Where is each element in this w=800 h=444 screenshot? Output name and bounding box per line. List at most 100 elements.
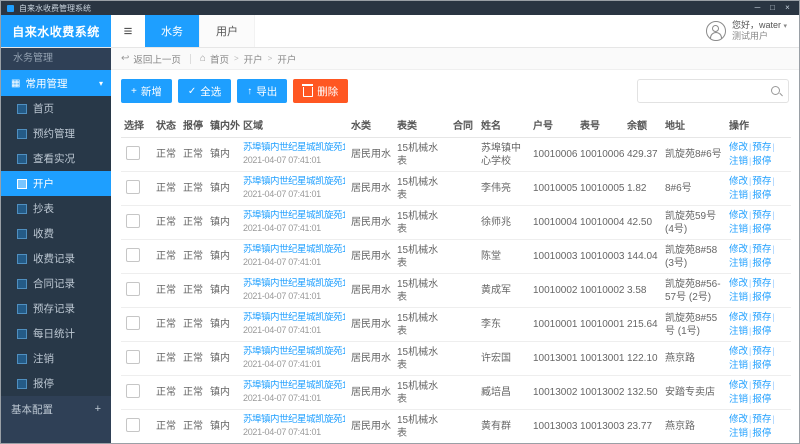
sidebar-item-home[interactable]: 首页 xyxy=(1,96,111,121)
region-link[interactable]: 苏埠镇内世纪星城凯旋苑1 xyxy=(243,312,345,324)
cell-name: 苏埠镇中心学校 xyxy=(478,138,530,172)
hamburger-icon[interactable]: ≡ xyxy=(111,15,145,47)
row-action-writeoff[interactable]: 注销 xyxy=(729,258,748,269)
sidebar-item-contract-records[interactable]: 合同记录 xyxy=(1,271,111,296)
search-input[interactable] xyxy=(637,79,789,103)
row-action-suspend[interactable]: 报停 xyxy=(752,156,771,167)
cell-meter-type: 15机械水表 xyxy=(394,376,450,410)
region-link[interactable]: 苏埠镇内世纪星城凯旋苑1 xyxy=(243,380,345,392)
cell-status: 正常 xyxy=(153,206,180,240)
row-action-modify[interactable]: 修改 xyxy=(729,346,748,357)
breadcrumb-item-1[interactable]: 开户 xyxy=(244,52,263,66)
sidebar-item-deposit-records[interactable]: 预存记录 xyxy=(1,296,111,321)
sidebar-group-common-management[interactable]: ▦ 常用管理 ▾ xyxy=(1,70,111,96)
select-all-button[interactable]: ✓ 全选 xyxy=(178,79,231,103)
row-action-suspend[interactable]: 报停 xyxy=(752,224,771,235)
row-action-writeoff[interactable]: 注销 xyxy=(729,292,748,303)
row-action-writeoff[interactable]: 注销 xyxy=(729,190,748,201)
row-action-modify[interactable]: 修改 xyxy=(729,312,748,323)
back-link[interactable]: 返回上一页 xyxy=(133,52,181,66)
sidebar-item-suspend[interactable]: 报停 xyxy=(1,371,111,396)
add-button[interactable]: + 新增 xyxy=(121,79,172,103)
tab-water[interactable]: 水务 xyxy=(145,15,200,47)
row-checkbox[interactable] xyxy=(126,384,140,398)
row-action-deposit[interactable]: 预存 xyxy=(752,346,771,357)
row-action-deposit[interactable]: 预存 xyxy=(752,244,771,255)
row-action-writeoff[interactable]: 注销 xyxy=(729,394,748,405)
row-action-deposit[interactable]: 预存 xyxy=(752,278,771,289)
row-action-modify[interactable]: 修改 xyxy=(729,380,748,391)
user-menu[interactable]: 您好，water ▾ 测试用户 xyxy=(706,15,799,47)
search-icon[interactable] xyxy=(771,86,780,95)
row-action-suspend[interactable]: 报停 xyxy=(752,394,771,405)
cell-water-type: 居民用水 xyxy=(348,138,394,172)
row-action-writeoff[interactable]: 注销 xyxy=(729,360,748,371)
row-action-modify[interactable]: 修改 xyxy=(729,244,748,255)
row-checkbox[interactable] xyxy=(126,350,140,364)
sidebar-item-daily-stats[interactable]: 每日统计 xyxy=(1,321,111,346)
sidebar-item-writeoff[interactable]: 注销 xyxy=(1,346,111,371)
row-checkbox[interactable] xyxy=(126,214,140,228)
row-action-writeoff[interactable]: 注销 xyxy=(729,326,748,337)
row-action-deposit[interactable]: 预存 xyxy=(752,380,771,391)
row-action-modify[interactable]: 修改 xyxy=(729,176,748,187)
cell-meter-type: 15机械水表 xyxy=(394,410,450,444)
row-action-suspend[interactable]: 报停 xyxy=(752,428,771,439)
cell-actions: 修改|预存|注销|报停 xyxy=(726,206,791,240)
row-action-suspend[interactable]: 报停 xyxy=(752,292,771,303)
cell-meter-type: 15机械水表 xyxy=(394,308,450,342)
row-action-deposit[interactable]: 预存 xyxy=(752,414,771,425)
row-checkbox[interactable] xyxy=(126,248,140,262)
region-link[interactable]: 苏埠镇内世纪星城凯旋苑1 xyxy=(243,278,345,290)
row-action-deposit[interactable]: 预存 xyxy=(752,312,771,323)
row-checkbox[interactable] xyxy=(126,282,140,296)
sidebar-item-meter-reading[interactable]: 抄表 xyxy=(1,196,111,221)
export-button[interactable]: ↑ 导出 xyxy=(237,79,287,103)
cell-address: 凯旋苑8#56-57号 (2号) xyxy=(662,274,726,308)
region-link[interactable]: 苏埠镇内世纪星城凯旋苑1 xyxy=(243,414,345,426)
row-action-deposit[interactable]: 预存 xyxy=(752,176,771,187)
row-action-modify[interactable]: 修改 xyxy=(729,414,748,425)
row-action-suspend[interactable]: 报停 xyxy=(752,326,771,337)
row-checkbox[interactable] xyxy=(126,146,140,160)
row-checkbox[interactable] xyxy=(126,418,140,432)
row-action-suspend[interactable]: 报停 xyxy=(752,360,771,371)
row-action-suspend[interactable]: 报停 xyxy=(752,258,771,269)
maximize-icon[interactable]: □ xyxy=(765,1,780,15)
region-link[interactable]: 苏埠镇内世纪星城凯旋苑1 xyxy=(243,346,345,358)
row-action-modify[interactable]: 修改 xyxy=(729,142,748,153)
breadcrumb-item-2[interactable]: 开户 xyxy=(277,52,296,66)
cell-select xyxy=(121,206,153,240)
cell-account-no: 10010001 xyxy=(530,308,577,342)
region-link[interactable]: 苏埠镇内世纪星城凯旋苑1 xyxy=(243,210,345,222)
row-checkbox[interactable] xyxy=(126,316,140,330)
delete-button[interactable]: 删除 xyxy=(293,79,348,103)
sidebar-item-live-view[interactable]: 查看实况 xyxy=(1,146,111,171)
row-action-modify[interactable]: 修改 xyxy=(729,278,748,289)
row-action-deposit[interactable]: 预存 xyxy=(752,142,771,153)
row-action-writeoff[interactable]: 注销 xyxy=(729,224,748,235)
region-link[interactable]: 苏埠镇内世纪星城凯旋苑1 xyxy=(243,142,345,154)
sidebar-item-fees[interactable]: 收费 xyxy=(1,221,111,246)
cell-suspend-status: 正常 xyxy=(180,308,207,342)
sidebar-item-open-account[interactable]: 开户 xyxy=(1,171,111,196)
sidebar-group-basic-config[interactable]: 基本配置 + xyxy=(1,396,111,422)
breadcrumb-item-0[interactable]: 首页 xyxy=(210,52,229,66)
row-action-writeoff[interactable]: 注销 xyxy=(729,156,748,167)
tab-user[interactable]: 用户 xyxy=(200,15,255,47)
cell-account-no: 10010002 xyxy=(530,274,577,308)
cell-name: 臧培昌 xyxy=(478,376,530,410)
minimize-icon[interactable]: ─ xyxy=(750,1,765,15)
row-action-modify[interactable]: 修改 xyxy=(729,210,748,221)
add-button-label: 新增 xyxy=(141,84,162,99)
region-link[interactable]: 苏埠镇内世纪星城凯旋苑1 xyxy=(243,244,345,256)
sidebar-item-appointments[interactable]: 预约管理 xyxy=(1,121,111,146)
cell-water-type: 居民用水 xyxy=(348,240,394,274)
row-action-suspend[interactable]: 报停 xyxy=(752,190,771,201)
row-action-writeoff[interactable]: 注销 xyxy=(729,428,748,439)
region-link[interactable]: 苏埠镇内世纪星城凯旋苑1 xyxy=(243,176,345,188)
row-action-deposit[interactable]: 预存 xyxy=(752,210,771,221)
close-icon[interactable]: × xyxy=(780,1,795,15)
row-checkbox[interactable] xyxy=(126,180,140,194)
sidebar-item-fee-records[interactable]: 收费记录 xyxy=(1,246,111,271)
